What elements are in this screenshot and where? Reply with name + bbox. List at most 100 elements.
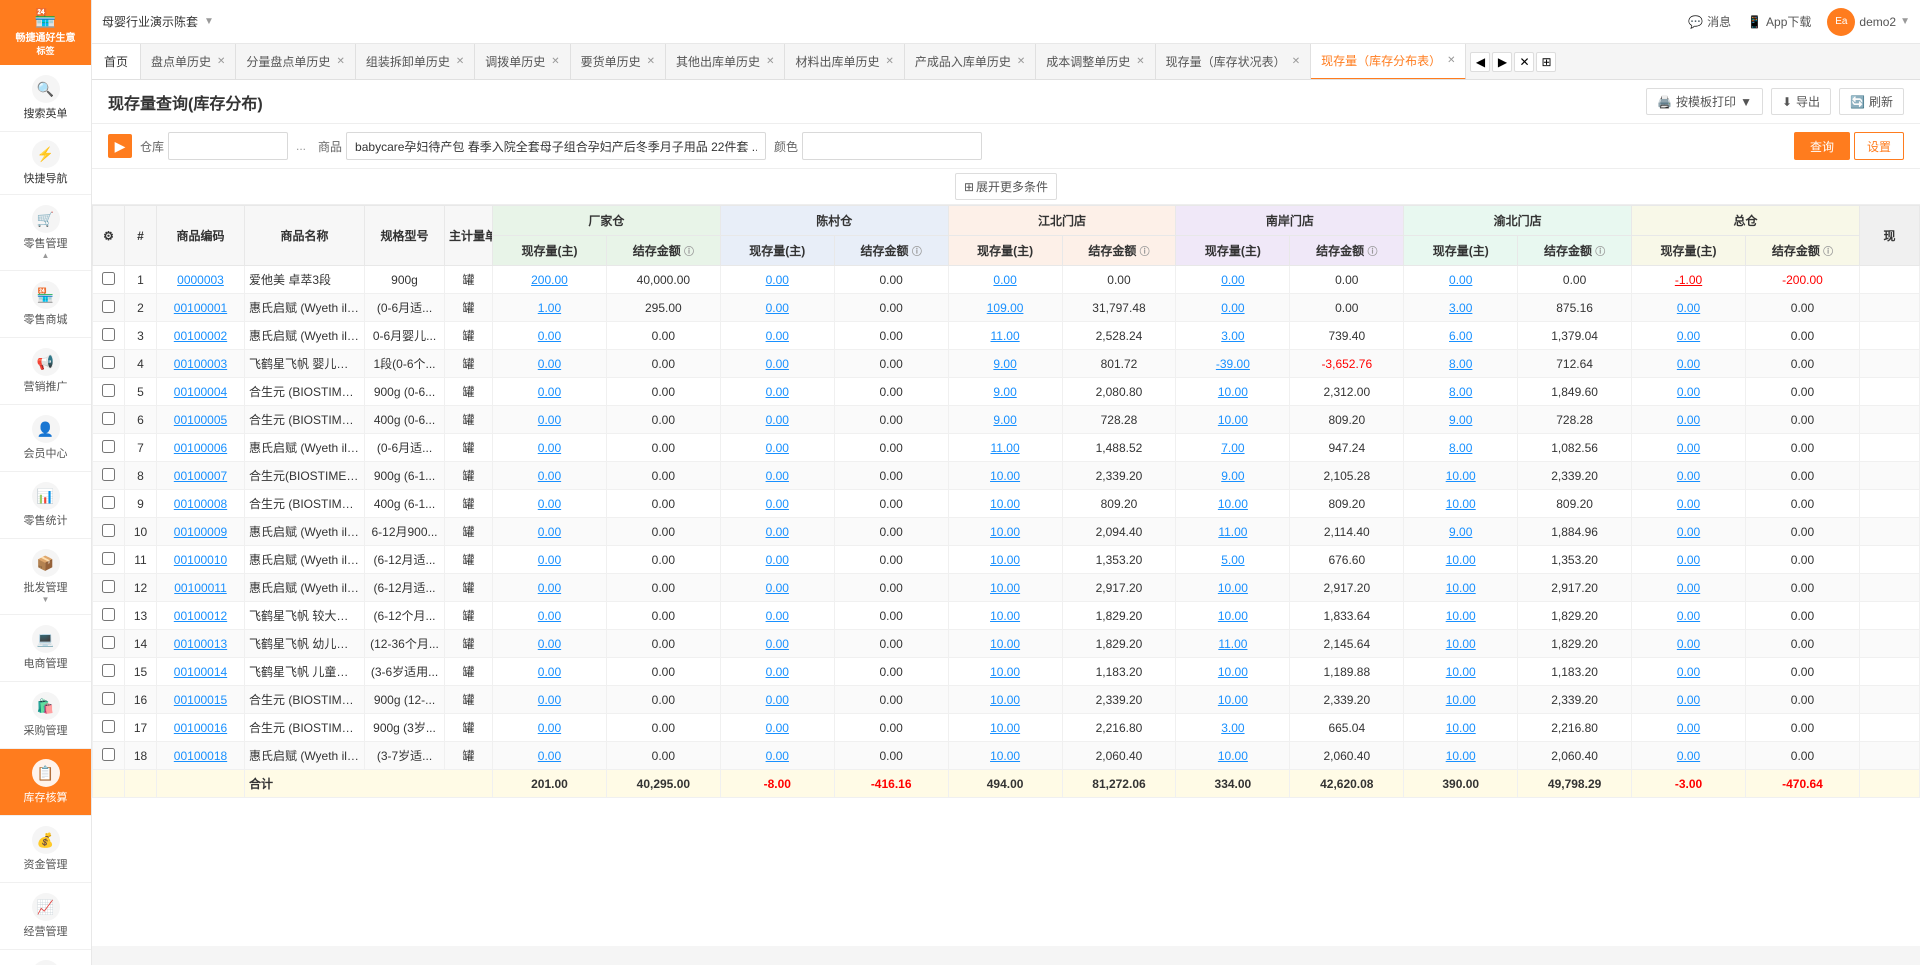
row-checkbox[interactable]: [93, 378, 125, 406]
row-code[interactable]: 00100002: [157, 322, 245, 350]
row-jiangbei-cur[interactable]: 10.00: [948, 658, 1062, 686]
row-chen-cur[interactable]: 0.00: [720, 406, 834, 434]
tab-cost-adj[interactable]: 成本调整单历史 ✕: [1036, 44, 1155, 80]
row-total-cur[interactable]: 0.00: [1632, 658, 1746, 686]
sidebar-ecommerce-item[interactable]: 💻 电商管理: [0, 615, 91, 682]
row-jiangbei-cur[interactable]: 9.00: [948, 378, 1062, 406]
row-code[interactable]: 00100014: [157, 658, 245, 686]
refresh-btn[interactable]: 🔄 刷新: [1839, 88, 1904, 115]
sidebar-quicknav-item[interactable]: ⚡ 快捷导航: [0, 132, 91, 195]
row-nanan-cur[interactable]: 5.00: [1176, 546, 1290, 574]
row-checkbox[interactable]: [93, 658, 125, 686]
tab-close-all-btn[interactable]: ✕: [1514, 52, 1534, 72]
row-changjia-cur[interactable]: 0.00: [493, 434, 607, 462]
row-yubei-cur[interactable]: 10.00: [1404, 490, 1518, 518]
row-yubei-cur[interactable]: 10.00: [1404, 686, 1518, 714]
row-total-cur[interactable]: 0.00: [1632, 602, 1746, 630]
row-changjia-cur[interactable]: 0.00: [493, 350, 607, 378]
row-yubei-cur[interactable]: 10.00: [1404, 658, 1518, 686]
tab-combo[interactable]: 组装拆卸单历史 ✕: [356, 44, 475, 80]
row-nanan-cur[interactable]: -39.00: [1176, 350, 1290, 378]
row-code[interactable]: 00100004: [157, 378, 245, 406]
row-nanan-cur[interactable]: 9.00: [1176, 462, 1290, 490]
row-jiangbei-cur[interactable]: 9.00: [948, 350, 1062, 378]
row-total-cur[interactable]: 0.00: [1632, 294, 1746, 322]
row-jiangbei-cur[interactable]: 10.00: [948, 490, 1062, 518]
row-total-cur[interactable]: 0.00: [1632, 518, 1746, 546]
row-changjia-cur[interactable]: 0.00: [493, 462, 607, 490]
sidebar-finance-item[interactable]: 💰 资金管理: [0, 816, 91, 883]
row-jiangbei-cur[interactable]: 10.00: [948, 574, 1062, 602]
row-yubei-cur[interactable]: 10.00: [1404, 574, 1518, 602]
row-checkbox[interactable]: [93, 630, 125, 658]
row-checkbox[interactable]: [93, 462, 125, 490]
row-checkbox[interactable]: [93, 294, 125, 322]
query-btn[interactable]: 查询: [1794, 132, 1850, 160]
row-total-cur[interactable]: 0.00: [1632, 742, 1746, 770]
sidebar-logo[interactable]: 🏪 畅捷通好生意 标签: [0, 0, 91, 65]
row-total-cur[interactable]: 0.00: [1632, 490, 1746, 518]
row-total-cur[interactable]: 0.00: [1632, 574, 1746, 602]
message-btn[interactable]: 💬 消息: [1688, 13, 1731, 30]
tab-close-combo[interactable]: ✕: [456, 56, 464, 67]
sidebar-retail-item[interactable]: 🛒 零售管理 ▲: [0, 195, 91, 271]
row-chen-cur[interactable]: 0.00: [720, 546, 834, 574]
row-chen-cur[interactable]: 0.00: [720, 266, 834, 294]
row-nanan-cur[interactable]: 0.00: [1176, 294, 1290, 322]
data-table-container[interactable]: ⚙ # 商品编码 商品名称 规格型号 主计量单位 厂家仓 陈村仓 江北门店 南岸…: [92, 205, 1920, 946]
row-changjia-cur[interactable]: 0.00: [493, 490, 607, 518]
row-chen-cur[interactable]: 0.00: [720, 434, 834, 462]
row-code[interactable]: 00100008: [157, 490, 245, 518]
row-code[interactable]: 00100009: [157, 518, 245, 546]
row-total-cur[interactable]: 0.00: [1632, 350, 1746, 378]
tab-material-out[interactable]: 材料出库单历史 ✕: [785, 44, 904, 80]
app-download-btn[interactable]: 📱 App下载: [1747, 13, 1811, 30]
row-total-cur[interactable]: 0.00: [1632, 630, 1746, 658]
tab-prev-btn[interactable]: ◀: [1470, 52, 1490, 72]
expand-toggle-btn[interactable]: ▶: [108, 134, 132, 158]
row-chen-cur[interactable]: 0.00: [720, 686, 834, 714]
row-checkbox[interactable]: [93, 714, 125, 742]
row-chen-cur[interactable]: 0.00: [720, 462, 834, 490]
row-total-cur[interactable]: -1.00: [1632, 266, 1746, 294]
tab-order[interactable]: 要货单历史 ✕: [571, 44, 666, 80]
row-jiangbei-cur[interactable]: 10.00: [948, 630, 1062, 658]
row-nanan-cur[interactable]: 3.00: [1176, 322, 1290, 350]
row-changjia-cur[interactable]: 0.00: [493, 742, 607, 770]
row-checkbox[interactable]: [93, 322, 125, 350]
tab-stock-dist[interactable]: 现存量（库存分布表） ✕: [1311, 44, 1466, 80]
row-checkbox[interactable]: [93, 266, 125, 294]
row-code[interactable]: 00100003: [157, 350, 245, 378]
row-chen-cur[interactable]: 0.00: [720, 658, 834, 686]
sidebar-basic-item[interactable]: ℹ️ 基础信息: [0, 950, 91, 965]
row-code[interactable]: 00100015: [157, 686, 245, 714]
row-total-cur[interactable]: 0.00: [1632, 546, 1746, 574]
row-nanan-cur[interactable]: 10.00: [1176, 686, 1290, 714]
print-btn[interactable]: 🖨️ 按模板打印 ▼: [1646, 88, 1763, 115]
sidebar-operations-item[interactable]: 📈 经营管理: [0, 883, 91, 950]
row-yubei-cur[interactable]: 9.00: [1404, 406, 1518, 434]
tab-transfer[interactable]: 调拨单历史 ✕: [475, 44, 570, 80]
tab-home[interactable]: 首页: [92, 44, 141, 80]
row-changjia-cur[interactable]: 0.00: [493, 406, 607, 434]
sidebar-retailshop-item[interactable]: 🏪 零售商城: [0, 271, 91, 338]
row-chen-cur[interactable]: 0.00: [720, 378, 834, 406]
row-nanan-cur[interactable]: 10.00: [1176, 406, 1290, 434]
tab-close-stock-status[interactable]: ✕: [1292, 56, 1300, 67]
row-checkbox[interactable]: [93, 546, 125, 574]
row-changjia-cur[interactable]: 0.00: [493, 714, 607, 742]
row-yubei-cur[interactable]: 0.00: [1404, 266, 1518, 294]
row-jiangbei-cur[interactable]: 109.00: [948, 294, 1062, 322]
company-dropdown[interactable]: 母婴行业演示陈套 ▼: [102, 13, 214, 30]
row-code[interactable]: 0000003: [157, 266, 245, 294]
tab-close-product[interactable]: ✕: [1017, 56, 1025, 67]
tab-close-transfer[interactable]: ✕: [551, 56, 559, 67]
row-changjia-cur[interactable]: 0.00: [493, 546, 607, 574]
row-nanan-cur[interactable]: 10.00: [1176, 602, 1290, 630]
row-nanan-cur[interactable]: 11.00: [1176, 518, 1290, 546]
row-nanan-cur[interactable]: 0.00: [1176, 266, 1290, 294]
sidebar-purchase-item[interactable]: 🛍️ 采购管理: [0, 682, 91, 749]
row-code[interactable]: 00100007: [157, 462, 245, 490]
export-btn[interactable]: ⬇ 导出: [1771, 88, 1831, 115]
row-nanan-cur[interactable]: 11.00: [1176, 630, 1290, 658]
